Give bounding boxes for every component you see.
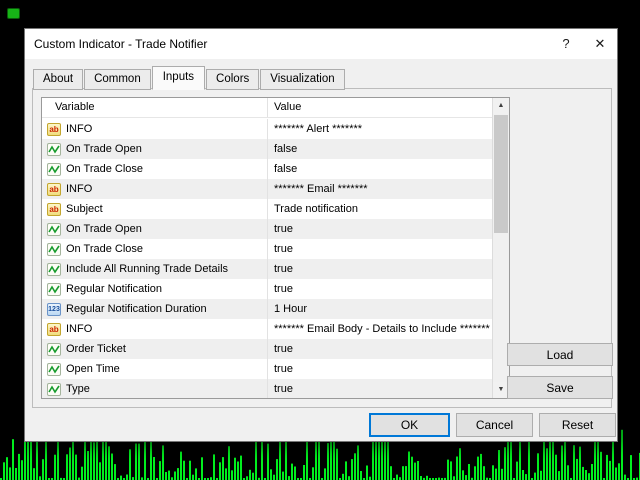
table-row[interactable]: ab INFO ******* Email Body - Details to In… <box>42 319 492 339</box>
load-button[interactable]: Load <box>507 343 613 366</box>
bool-type-icon <box>47 382 61 396</box>
variable-cell: Open Time <box>42 359 267 379</box>
variable-value[interactable]: ******* Alert ******* <box>267 119 492 139</box>
variable-cell: Regular Notification <box>42 279 267 299</box>
tab-common[interactable]: Common <box>84 69 151 90</box>
variable-value[interactable]: true <box>267 339 492 359</box>
variable-name: Include All Running Trade Details <box>66 263 229 275</box>
cancel-button[interactable]: Cancel <box>456 413 533 437</box>
bool-type-icon <box>47 362 61 376</box>
table-row[interactable]: Include All Running Trade Details true <box>42 259 492 279</box>
enum-type-icon: 123 <box>47 302 61 316</box>
string-type-icon: ab <box>47 122 61 136</box>
bool-type-icon <box>47 342 61 356</box>
variable-value[interactable]: false <box>267 139 492 159</box>
variable-cell: ab Subject <box>42 199 267 219</box>
table-row[interactable]: On Trade Close true <box>42 239 492 259</box>
table-row[interactable]: On Trade Close false <box>42 159 492 179</box>
variable-name: Regular Notification <box>66 283 162 295</box>
variable-value[interactable]: Trade notification <box>267 199 492 219</box>
variable-cell: On Trade Close <box>42 239 267 259</box>
table-row[interactable]: On Trade Open false <box>42 139 492 159</box>
table-body: ab INFO ******* Alert ******* On Trade Open… <box>42 119 492 398</box>
variable-name: INFO <box>66 123 93 135</box>
table-row[interactable]: ab INFO ******* Email ******* <box>42 179 492 199</box>
table-row[interactable]: 123 Regular Notification Duration 1 Hour <box>42 299 492 319</box>
variable-name: Subject <box>66 203 103 215</box>
variable-name: On Trade Open <box>66 223 142 235</box>
titlebar[interactable]: Custom Indicator - Trade Notifier ? ✕ <box>25 29 617 59</box>
variable-value[interactable]: true <box>267 259 492 279</box>
variable-cell: Type <box>42 379 267 398</box>
table-header: Variable Value <box>42 98 492 118</box>
chart-corner-icon <box>7 8 20 19</box>
variable-value[interactable]: true <box>267 239 492 259</box>
tab-visualization[interactable]: Visualization <box>260 69 345 90</box>
variable-value[interactable]: false <box>267 159 492 179</box>
variable-cell: Include All Running Trade Details <box>42 259 267 279</box>
variable-name: On Trade Open <box>66 143 142 155</box>
bool-type-icon <box>47 162 61 176</box>
tab-colors[interactable]: Colors <box>206 69 260 90</box>
table-row[interactable]: Regular Notification true <box>42 279 492 299</box>
bool-type-icon <box>47 282 61 296</box>
variable-name: INFO <box>66 323 93 335</box>
variable-cell: On Trade Open <box>42 219 267 239</box>
scroll-up-icon[interactable]: ▲ <box>493 98 509 114</box>
inputs-table: Variable Value ab INFO ******* Alert *****… <box>41 97 510 399</box>
column-header-variable[interactable]: Variable <box>42 98 267 117</box>
variable-name: INFO <box>66 183 93 195</box>
variable-value[interactable]: 1 Hour <box>267 299 492 319</box>
variable-cell: On Trade Open <box>42 139 267 159</box>
table-row[interactable]: ab Subject Trade notification <box>42 199 492 219</box>
variable-cell: ab INFO <box>42 179 267 199</box>
window-title: Custom Indicator - Trade Notifier <box>34 37 208 51</box>
bool-type-icon <box>47 262 61 276</box>
table-row[interactable]: ab INFO ******* Alert ******* <box>42 119 492 139</box>
variable-cell: On Trade Close <box>42 159 267 179</box>
variable-cell: 123 Regular Notification Duration <box>42 299 267 319</box>
variable-value[interactable]: true <box>267 379 492 398</box>
table-row[interactable]: Open Time true <box>42 359 492 379</box>
variable-value[interactable]: true <box>267 219 492 239</box>
table-row[interactable]: On Trade Open true <box>42 219 492 239</box>
table-row[interactable]: Order Ticket true <box>42 339 492 359</box>
save-button[interactable]: Save <box>507 376 613 399</box>
table-row[interactable]: Type true <box>42 379 492 398</box>
string-type-icon: ab <box>47 202 61 216</box>
variable-name: Type <box>66 383 90 395</box>
variable-name: On Trade Close <box>66 163 144 175</box>
custom-indicator-dialog: Custom Indicator - Trade Notifier ? ✕ Ab… <box>24 28 618 442</box>
tab-about[interactable]: About <box>33 69 84 90</box>
ok-button[interactable]: OK <box>369 413 450 437</box>
column-header-value[interactable]: Value <box>267 98 492 117</box>
tab-inputs[interactable]: Inputs <box>151 66 206 90</box>
variable-name: Open Time <box>66 363 120 375</box>
variable-name: On Trade Close <box>66 243 144 255</box>
variable-cell: Order Ticket <box>42 339 267 359</box>
bool-type-icon <box>47 142 61 156</box>
variable-cell: ab INFO <box>42 119 267 139</box>
variable-name: Regular Notification Duration <box>66 303 207 315</box>
variable-cell: ab INFO <box>42 319 267 339</box>
reset-button[interactable]: Reset <box>539 413 616 437</box>
variable-value[interactable]: true <box>267 279 492 299</box>
string-type-icon: ab <box>47 322 61 336</box>
variable-value[interactable]: true <box>267 359 492 379</box>
close-icon[interactable]: ✕ <box>583 29 617 59</box>
variable-value[interactable]: ******* Email Body - Details to Include … <box>267 319 492 339</box>
variable-name: Order Ticket <box>66 343 126 355</box>
bool-type-icon <box>47 222 61 236</box>
variable-value[interactable]: ******* Email ******* <box>267 179 492 199</box>
tab-strip: About Common Inputs Colors Visualization <box>33 66 346 90</box>
string-type-icon: ab <box>47 182 61 196</box>
help-icon[interactable]: ? <box>549 29 583 59</box>
bool-type-icon <box>47 242 61 256</box>
scrollbar-thumb[interactable] <box>494 115 508 233</box>
